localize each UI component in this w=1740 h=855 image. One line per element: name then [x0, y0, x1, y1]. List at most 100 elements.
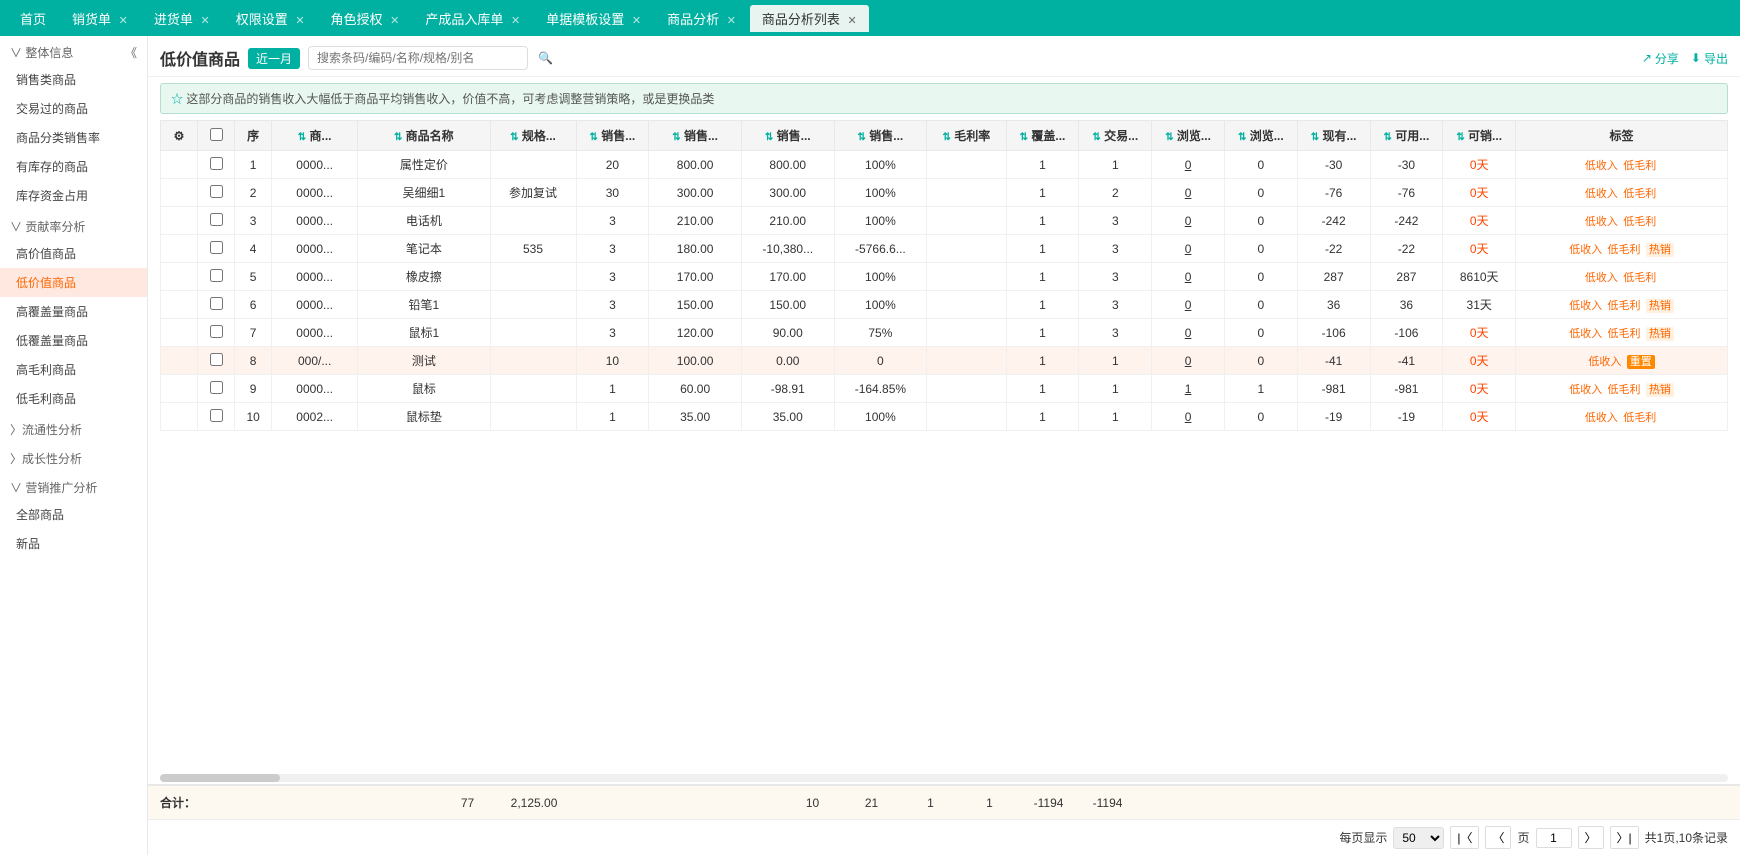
- browse-link[interactable]: 0: [1185, 186, 1192, 200]
- row-checkbox[interactable]: [210, 297, 223, 310]
- sidebar-item-category-sales[interactable]: 商品分类销售率: [0, 123, 147, 152]
- nav-template[interactable]: 单据模板设置 ✕: [534, 5, 653, 32]
- row-checkbox[interactable]: [210, 381, 223, 394]
- sidebar-item-stock-fund[interactable]: 库存资金占用: [0, 181, 147, 210]
- browse-link[interactable]: 0: [1185, 270, 1192, 284]
- nav-home[interactable]: 首页: [8, 5, 58, 32]
- sidebar-section-growth[interactable]: 〉成长性分析: [0, 442, 147, 471]
- share-button[interactable]: ↗ 分享: [1642, 50, 1679, 67]
- col-trade[interactable]: ⇅ 交易...: [1079, 121, 1152, 151]
- filter-recent-tag[interactable]: 近一月: [248, 48, 300, 69]
- sidebar-item-sales-goods[interactable]: 销售类商品: [0, 65, 147, 94]
- row-checkbox-cell[interactable]: [198, 207, 235, 235]
- col-sellable[interactable]: ⇅ 可销...: [1443, 121, 1516, 151]
- first-page-btn[interactable]: |〈: [1450, 826, 1479, 849]
- sidebar-section-overview[interactable]: ∨ 整体信息 《: [0, 36, 147, 65]
- row-checkbox[interactable]: [210, 353, 223, 366]
- page-size-select[interactable]: 50 100: [1393, 827, 1444, 849]
- export-button[interactable]: ⬇ 导出: [1691, 50, 1728, 67]
- row-browse1[interactable]: 0: [1152, 151, 1225, 179]
- row-checkbox-cell[interactable]: [198, 151, 235, 179]
- row-browse1[interactable]: 1: [1152, 375, 1225, 403]
- row-checkbox-cell[interactable]: [198, 375, 235, 403]
- sidebar-item-low-value[interactable]: 低价值商品: [0, 268, 147, 297]
- sidebar-item-stock-goods[interactable]: 有库存的商品: [0, 152, 147, 181]
- col-check-all[interactable]: [198, 121, 235, 151]
- browse-link[interactable]: 0: [1185, 298, 1192, 312]
- col-settings[interactable]: ⚙: [161, 121, 198, 151]
- sidebar-item-low-margin[interactable]: 低毛利商品: [0, 384, 147, 413]
- nav-purchase[interactable]: 进货单 ✕: [142, 5, 222, 32]
- row-checkbox[interactable]: [210, 241, 223, 254]
- row-checkbox[interactable]: [210, 325, 223, 338]
- col-cur[interactable]: ⇅ 现有...: [1297, 121, 1370, 151]
- browse-link[interactable]: 0: [1185, 214, 1192, 228]
- row-checkbox-cell[interactable]: [198, 319, 235, 347]
- browse-link[interactable]: 0: [1185, 354, 1192, 368]
- row-checkbox-cell[interactable]: [198, 235, 235, 263]
- row-checkbox-cell[interactable]: [198, 347, 235, 375]
- col-cover[interactable]: ⇅ 覆盖...: [1006, 121, 1079, 151]
- row-checkbox-cell[interactable]: [198, 263, 235, 291]
- col-code[interactable]: ⇅ 商...: [272, 121, 358, 151]
- row-checkbox[interactable]: [210, 409, 223, 422]
- row-browse1[interactable]: 0: [1152, 207, 1225, 235]
- row-browse1[interactable]: 0: [1152, 347, 1225, 375]
- row-browse1[interactable]: 0: [1152, 403, 1225, 431]
- col-spec[interactable]: ⇅ 规格...: [490, 121, 576, 151]
- horizontal-scrollbar[interactable]: [160, 774, 1728, 782]
- col-margin[interactable]: ⇅ 毛利率: [927, 121, 1006, 151]
- page-number-input[interactable]: [1536, 828, 1572, 848]
- sidebar-item-all-goods[interactable]: 全部商品: [0, 500, 147, 529]
- sidebar-item-new-goods[interactable]: 新品: [0, 529, 147, 558]
- row-checkbox[interactable]: [210, 185, 223, 198]
- check-all-checkbox[interactable]: [210, 128, 223, 141]
- browse-link[interactable]: 1: [1185, 382, 1192, 396]
- nav-sales[interactable]: 销货单 ✕: [60, 5, 140, 32]
- sidebar-section-contribution[interactable]: ∨ 贡献率分析: [0, 210, 147, 239]
- col-avail[interactable]: ⇅ 可用...: [1370, 121, 1443, 151]
- next-page-btn[interactable]: 〉: [1578, 826, 1604, 849]
- nav-analysis[interactable]: 商品分析 ✕: [655, 5, 748, 32]
- row-checkbox[interactable]: [210, 157, 223, 170]
- close-icon[interactable]: ✕: [511, 15, 520, 27]
- nav-permission[interactable]: 权限设置 ✕: [224, 5, 317, 32]
- col-browse1[interactable]: ⇅ 浏览...: [1152, 121, 1225, 151]
- sidebar-section-circulation[interactable]: 〉流通性分析: [0, 413, 147, 442]
- sidebar-section-marketing[interactable]: ∨ 营销推广分析: [0, 471, 147, 500]
- close-icon[interactable]: ✕: [727, 15, 736, 27]
- search-input[interactable]: [308, 46, 528, 70]
- col-browse2[interactable]: ⇅ 浏览...: [1224, 121, 1297, 151]
- sidebar-item-high-value[interactable]: 高价值商品: [0, 239, 147, 268]
- row-checkbox[interactable]: [210, 269, 223, 282]
- row-checkbox-cell[interactable]: [198, 403, 235, 431]
- col-sales-qty[interactable]: ⇅ 销售...: [576, 121, 649, 151]
- browse-link[interactable]: 0: [1185, 410, 1192, 424]
- browse-link[interactable]: 0: [1185, 242, 1192, 256]
- row-browse1[interactable]: 0: [1152, 235, 1225, 263]
- last-page-btn[interactable]: 〉|: [1610, 826, 1639, 849]
- close-icon[interactable]: ✕: [848, 15, 857, 27]
- col-sales-3[interactable]: ⇅ 销售...: [834, 121, 927, 151]
- row-browse1[interactable]: 0: [1152, 291, 1225, 319]
- browse-link[interactable]: 0: [1185, 158, 1192, 172]
- row-checkbox-cell[interactable]: [198, 179, 235, 207]
- search-icon[interactable]: 🔍: [538, 51, 553, 65]
- row-checkbox-cell[interactable]: [198, 291, 235, 319]
- close-icon[interactable]: ✕: [295, 15, 304, 27]
- sidebar-item-high-margin[interactable]: 高毛利商品: [0, 355, 147, 384]
- col-sales-amt[interactable]: ⇅ 销售...: [649, 121, 742, 151]
- close-icon[interactable]: ✕: [390, 15, 399, 27]
- collapse-icon[interactable]: 《: [125, 44, 137, 61]
- nav-product-warehouse[interactable]: 产成品入库单 ✕: [413, 5, 532, 32]
- sidebar-item-traded-goods[interactable]: 交易过的商品: [0, 94, 147, 123]
- close-icon[interactable]: ✕: [632, 15, 641, 27]
- col-sales-2[interactable]: ⇅ 销售...: [741, 121, 834, 151]
- scrollbar-thumb[interactable]: [160, 774, 280, 782]
- close-icon[interactable]: ✕: [200, 15, 209, 27]
- sidebar-item-high-coverage[interactable]: 高覆盖量商品: [0, 297, 147, 326]
- row-browse1[interactable]: 0: [1152, 179, 1225, 207]
- close-icon[interactable]: ✕: [119, 15, 128, 27]
- row-checkbox[interactable]: [210, 213, 223, 226]
- browse-link[interactable]: 0: [1185, 326, 1192, 340]
